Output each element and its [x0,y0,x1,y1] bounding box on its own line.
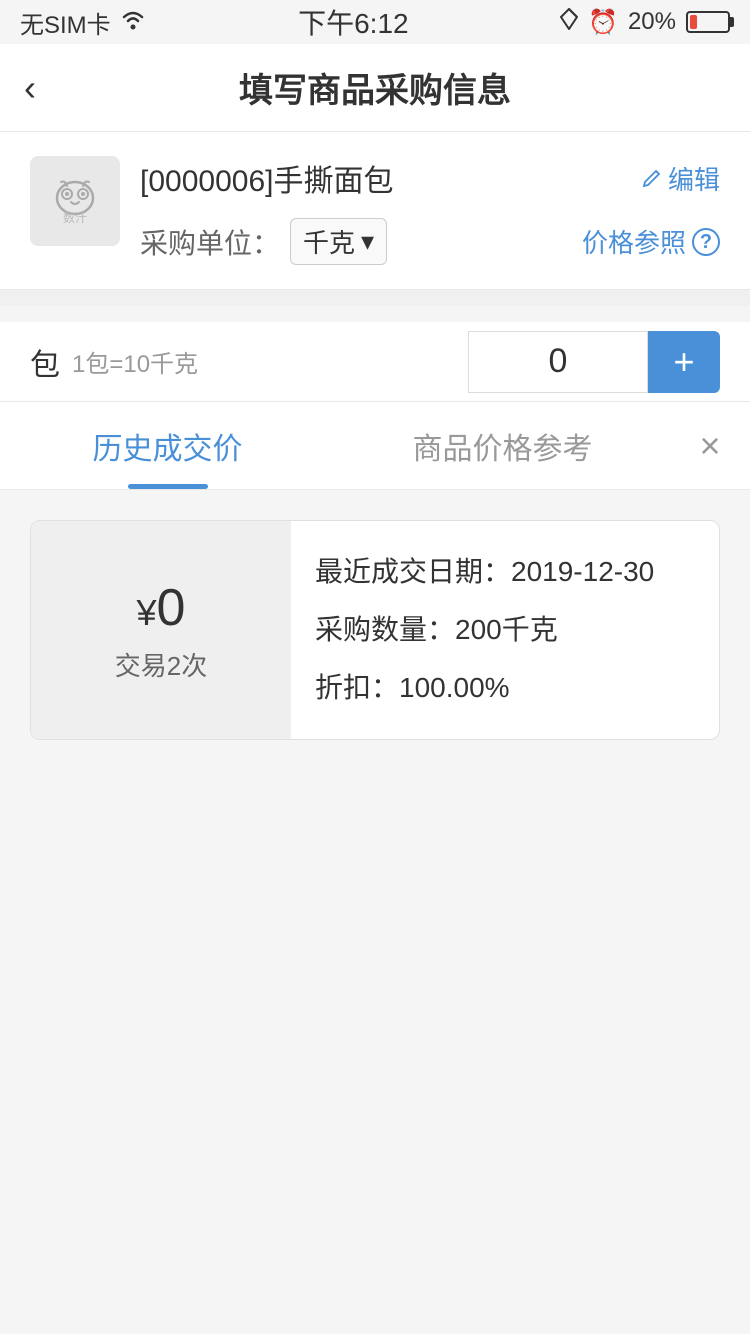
product-thumbnail: 数汁 [30,156,120,246]
product-top-row: [0000006]手撕面包 编辑 [140,156,720,200]
history-card: ¥0 交易2次 最近成交日期：2019-12-30 采购数量：200千克 折扣：… [30,520,720,740]
history-price-value: ¥0 [137,578,186,638]
history-details-section: 最近成交日期：2019-12-30 采购数量：200千克 折扣：100.00% [291,521,719,739]
close-panel-button[interactable]: × [670,425,750,467]
page-title: 填写商品采购信息 [239,63,511,112]
back-button[interactable]: ‹ [24,67,36,109]
tab-product-price-ref[interactable]: 商品价格参考 [335,402,670,489]
unit-select[interactable]: 千克 ▾ [290,218,387,265]
location-icon [560,8,578,37]
wifi-icon [119,8,147,37]
quantity-row: 采购数量：200千克 [315,609,695,651]
quantity-input-group: + [468,331,720,393]
info-icon: ? [692,228,720,256]
quantity-conversion: 1包=10千克 [72,344,198,379]
product-info: [0000006]手撕面包 编辑 采购单位： 千克 ▾ [140,156,720,265]
price-panel: 历史成交价 商品价格参考 × ¥0 交易2次 最近成交日期：2019-12-30 [0,402,750,770]
carrier-text: 无SIM卡 [20,5,111,40]
price-reference-button[interactable]: 价格参照 ? [582,223,720,260]
time-display: 下午6:12 [298,2,409,42]
product-section: 数汁 [0000006]手撕面包 编辑 采购单位： 千 [0,132,750,290]
svg-text:数汁: 数汁 [63,210,87,225]
chevron-down-icon: ▾ [361,226,374,257]
history-transaction-count: 交易2次 [115,646,207,683]
alarm-icon: ⏰ [588,8,618,37]
recent-date-row: 最近成交日期：2019-12-30 [315,551,695,593]
nav-bar: ‹ 填写商品采购信息 [0,44,750,132]
status-left: 无SIM卡 [20,5,147,40]
unit-label: 采购单位： 千克 ▾ [140,218,387,265]
tab-active-indicator [128,484,208,489]
edit-button[interactable]: 编辑 [640,160,720,197]
product-logo-icon: 数汁 [45,166,105,236]
battery-icon [686,11,730,33]
status-right: ⏰ 20% [560,8,730,37]
battery-percent: 20% [628,8,676,36]
tab-bar: 历史成交价 商品价格参考 × [0,402,750,490]
status-bar: 无SIM卡 下午6:12 ⏰ 20% [0,0,750,44]
product-row: 数汁 [0000006]手撕面包 编辑 采购单位： 千 [30,156,720,265]
history-content: ¥0 交易2次 最近成交日期：2019-12-30 采购数量：200千克 折扣：… [0,490,750,770]
history-price-section: ¥0 交易2次 [31,521,291,739]
quantity-label: 包 1包=10千克 [30,340,198,384]
quantity-section: 包 1包=10千克 + [0,322,750,402]
tab-history-price[interactable]: 历史成交价 [0,402,335,489]
quantity-plus-button[interactable]: + [648,331,720,393]
product-name: [0000006]手撕面包 [140,156,393,200]
currency-symbol: ¥ [137,592,157,633]
discount-row: 折扣：100.00% [315,667,695,709]
product-unit-row: 采购单位： 千克 ▾ 价格参照 ? [140,218,720,265]
quantity-unit-badge: 包 [30,340,60,384]
section-divider-1 [0,290,750,306]
quantity-input[interactable] [468,331,648,393]
